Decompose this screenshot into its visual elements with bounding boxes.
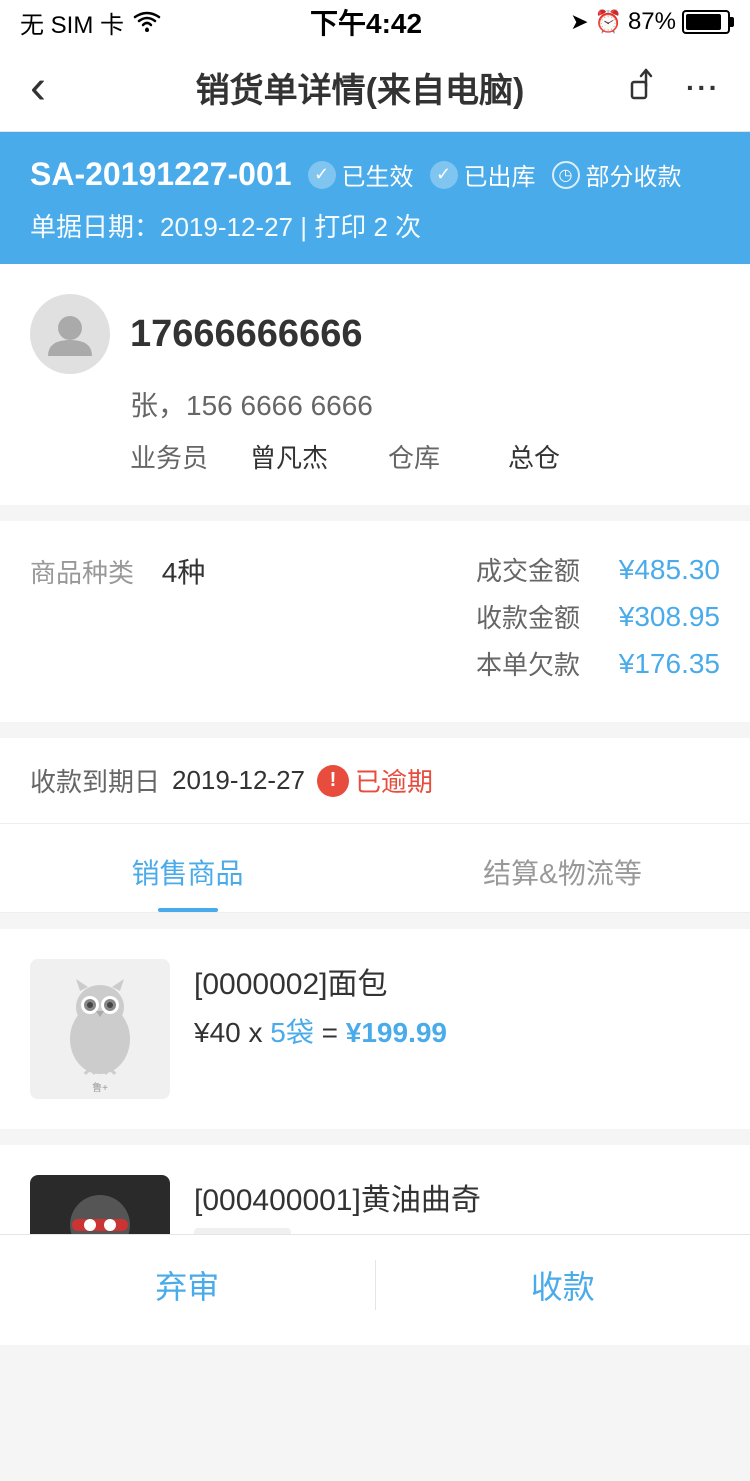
product-info-1: [0000002]面包 ¥40 x 5袋 = ¥199.99 [194, 959, 720, 1051]
battery-percent: 87% [628, 8, 676, 36]
status-partial: ◷ 部分收款 [552, 157, 682, 192]
status-bar-right: ➤ ⏰ 87% [570, 8, 730, 36]
warehouse-value: 总仓 [508, 438, 560, 475]
stats-right: 成交金额 ¥485.30 收款金额 ¥308.95 本单欠款 ¥176.35 [476, 551, 720, 692]
category-stat: 商品种类 4种 [30, 551, 205, 591]
status-shipped: ✓ 已出库 [430, 157, 536, 192]
nav-bar: ‹ 销货单详情(来自电脑) ··· [0, 44, 750, 132]
due-date-section: 收款到期日 2019-12-27 ! 已逾期 [0, 738, 750, 824]
customer-details: 业务员 曾凡杰 仓库 总仓 [130, 438, 720, 475]
clock-icon: ◷ [552, 161, 580, 189]
order-id: SA-20191227-001 [30, 156, 292, 193]
product-price-1: ¥40 x 5袋 = ¥199.99 [194, 1011, 720, 1051]
nav-actions: ··· [630, 68, 720, 108]
owed-stat: 本单欠款 ¥176.35 [476, 645, 720, 682]
product-name-1: [0000002]面包 [194, 959, 720, 1003]
overdue-icon: ! [317, 765, 349, 797]
stats-section: 商品种类 4种 成交金额 ¥485.30 收款金额 ¥308.95 本单欠款 ¥… [0, 521, 750, 722]
overdue-text: 已逾期 [355, 762, 433, 799]
customer-phone: 17666666666 [130, 313, 362, 356]
due-date-value: 2019-12-27 [172, 765, 305, 796]
check-icon-shipped: ✓ [430, 161, 458, 189]
customer-name-phone: 张，156 6666 6666 [130, 384, 720, 424]
status-bar: 无 SIM 卡 下午4:42 ➤ ⏰ 87% [0, 0, 750, 44]
back-button[interactable]: ‹ [30, 60, 90, 115]
svg-text:鲁+: 鲁+ [92, 1081, 108, 1094]
alarm-icon: ⏰ [595, 9, 622, 35]
tab-bar: 销售商品 结算&物流等 [0, 824, 750, 913]
customer-avatar [30, 294, 110, 374]
warehouse-label: 仓库 [388, 438, 508, 475]
status-bar-time: 下午4:42 [310, 2, 422, 42]
sales-label: 业务员 [130, 438, 250, 475]
overdue-badge: ! 已逾期 [317, 762, 433, 799]
product-item: 鲁+ [0000002]面包 ¥40 x 5袋 = ¥199.99 [0, 929, 750, 1129]
collect-payment-button[interactable]: 收款 [376, 1235, 750, 1334]
carrier-label: 无 SIM 卡 [20, 5, 124, 40]
share-icon[interactable] [630, 68, 662, 108]
product-thumb-1: 鲁+ [30, 959, 170, 1099]
order-banner: SA-20191227-001 ✓ 已生效 ✓ 已出库 ◷ 部分收款 单据日期：… [0, 132, 750, 264]
bottom-bar: 弃审 收款 [0, 1234, 750, 1334]
tab-sales-products[interactable]: 销售商品 [0, 824, 375, 912]
product-name-2: [000400001]黄油曲奇 [194, 1175, 720, 1219]
status-bar-left: 无 SIM 卡 [20, 5, 162, 40]
transaction-stat: 成交金额 ¥485.30 [476, 551, 720, 588]
check-icon-effected: ✓ [308, 161, 336, 189]
status-effected: ✓ 已生效 [308, 157, 414, 192]
order-meta: 单据日期：2019-12-27 | 打印 2 次 [30, 207, 720, 244]
cancel-review-button[interactable]: 弃审 [0, 1235, 375, 1334]
sales-value: 曾凡杰 [250, 438, 328, 475]
more-icon[interactable]: ··· [686, 72, 720, 104]
location-icon: ➤ [570, 9, 588, 35]
stats-left: 商品种类 4种 [30, 551, 205, 595]
battery-icon [682, 10, 730, 34]
wifi-icon [132, 11, 162, 33]
received-stat: 收款金额 ¥308.95 [476, 598, 720, 635]
tab-settlement[interactable]: 结算&物流等 [375, 824, 750, 912]
page-title: 销货单详情(来自电脑) [196, 63, 525, 112]
customer-section: 17666666666 张，156 6666 6666 业务员 曾凡杰 仓库 总… [0, 264, 750, 505]
due-label: 收款到期日 [30, 762, 160, 799]
product-list: 鲁+ [0000002]面包 ¥40 x 5袋 = ¥199.99 [0, 913, 750, 1481]
